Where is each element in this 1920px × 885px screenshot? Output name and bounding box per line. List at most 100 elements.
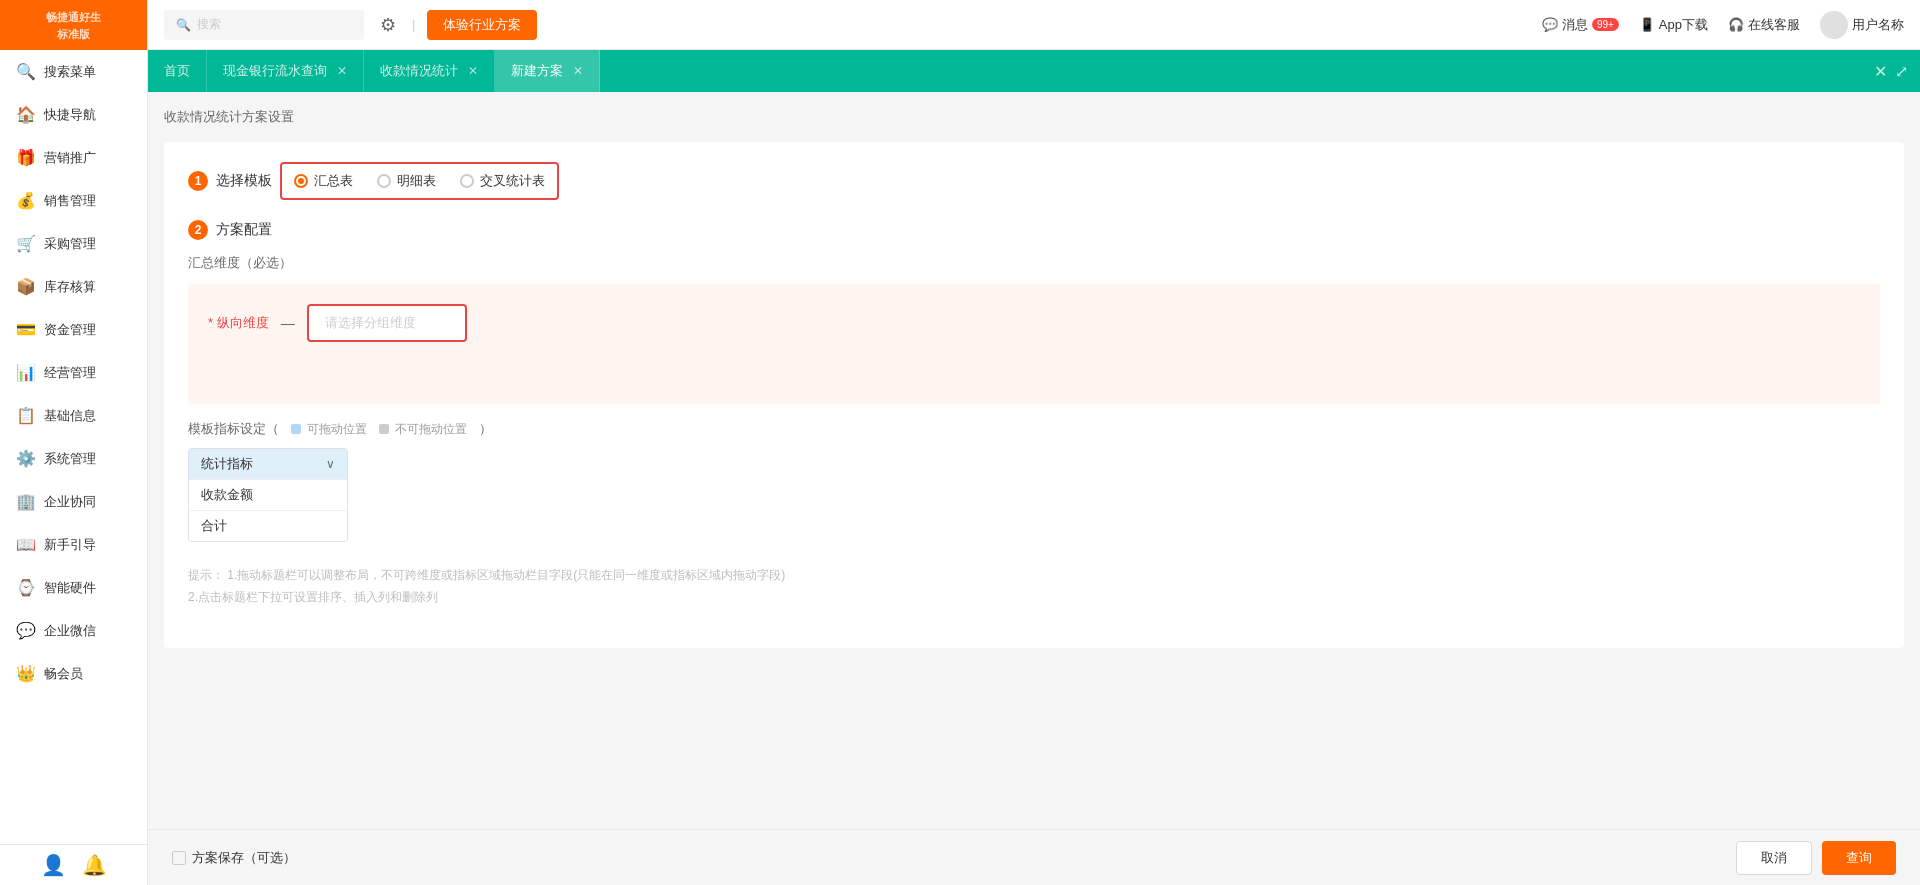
- gift-icon: 🎁: [16, 148, 36, 167]
- sidebar-footer: 👤 🔔: [0, 844, 147, 885]
- sidebar-label-quicknav: 快捷导航: [44, 106, 96, 124]
- draggable-label: 可拖动位置: [307, 421, 367, 438]
- tab-collection-stat[interactable]: 收款情况统计 ✕: [364, 50, 495, 92]
- tab-bank-flow-close[interactable]: ✕: [337, 64, 347, 78]
- section2-header: 2 方案配置: [188, 220, 1880, 240]
- sidebar-label-purchase: 采购管理: [44, 235, 96, 253]
- template-radio-group: 汇总表 明细表 交叉统计表: [280, 162, 559, 200]
- dimension-section-title: 汇总维度（必选）: [188, 254, 1880, 272]
- bottom-actions: 取消 查询: [1736, 841, 1896, 875]
- sidebar-item-marketing[interactable]: 🎁 营销推广: [0, 136, 147, 179]
- sidebar-item-purchase[interactable]: 🛒 采购管理: [0, 222, 147, 265]
- metrics-section: 模板指标设定（ 可拖动位置 不可拖动位置 ）: [188, 420, 1880, 545]
- sidebar-label-enterprise: 企业协同: [44, 493, 96, 511]
- sidebar-label-finance: 资金管理: [44, 321, 96, 339]
- breadcrumb: 收款情况统计方案设置: [164, 108, 1904, 126]
- user-area[interactable]: 用户名称: [1820, 11, 1904, 39]
- sidebar-label-operation: 经营管理: [44, 364, 96, 382]
- main-area: 🔍 搜索 ⚙ | 体验行业方案 💬 消息 99+ 📱 App下载 🎧 在线客服 …: [148, 0, 1920, 885]
- trial-button[interactable]: 体验行业方案: [427, 10, 537, 40]
- bottom-bar: 方案保存（可选） 取消 查询: [148, 829, 1920, 885]
- search-text: 搜索: [197, 16, 221, 33]
- app-download-label: App下载: [1659, 16, 1708, 34]
- tab-home[interactable]: 首页: [148, 50, 207, 92]
- cart-icon: 🛒: [16, 234, 36, 253]
- message-icon: 💬: [1542, 17, 1558, 32]
- sidebar-label-guide: 新手引导: [44, 536, 96, 554]
- cancel-button[interactable]: 取消: [1736, 841, 1812, 875]
- radio-summary[interactable]: 汇总表: [294, 172, 353, 190]
- metrics-header-label: 统计指标: [201, 455, 253, 473]
- user-icon[interactable]: 👤: [41, 853, 66, 877]
- tab-collection-stat-close[interactable]: ✕: [468, 64, 478, 78]
- section2-number: 2: [188, 220, 208, 240]
- sidebar-item-finance[interactable]: 💳 资金管理: [0, 308, 147, 351]
- watch-icon: ⌚: [16, 578, 36, 597]
- hints-area: 提示： 1.拖动标题栏可以调整布局，不可跨维度或指标区域拖动栏目字段(只能在同一…: [188, 565, 1880, 608]
- hint-line1: 提示： 1.拖动标题栏可以调整布局，不可跨维度或指标区域拖动栏目字段(只能在同一…: [188, 565, 1880, 587]
- metrics-section-close: ）: [479, 420, 492, 438]
- radio-detail-label: 明细表: [397, 172, 436, 190]
- sidebar-item-operation[interactable]: 📊 经营管理: [0, 351, 147, 394]
- online-service-label: 在线客服: [1748, 16, 1800, 34]
- metrics-header: 模板指标设定（ 可拖动位置 不可拖动位置 ）: [188, 420, 1880, 438]
- legend-draggable: 可拖动位置: [291, 421, 367, 438]
- sidebar: 畅捷通好生 标准版 🔍 搜索菜单 🏠 快捷导航 🎁 营销推广 💰 销售管理 🛒 …: [0, 0, 148, 885]
- sidebar-label-member: 畅会员: [44, 665, 83, 683]
- tab-new-plan[interactable]: 新建方案 ✕: [495, 50, 600, 92]
- chart-icon: 📊: [16, 363, 36, 382]
- tab-expand-icon[interactable]: ⤢: [1895, 62, 1908, 81]
- radio-cross-label: 交叉统计表: [480, 172, 545, 190]
- section-template: 1 选择模板 汇总表 明细表: [188, 162, 1880, 200]
- fixed-dot: [379, 424, 389, 434]
- sidebar-item-search-menu[interactable]: 🔍 搜索菜单: [0, 50, 147, 93]
- metrics-section-label: 模板指标设定（: [188, 420, 279, 438]
- username-label: 用户名称: [1852, 16, 1904, 34]
- tab-bank-flow[interactable]: 现金银行流水查询 ✕: [207, 50, 364, 92]
- radio-detail[interactable]: 明细表: [377, 172, 436, 190]
- dimension-arrow-icon: —: [281, 315, 295, 331]
- message-badge: 99+: [1592, 18, 1619, 31]
- sidebar-item-wechat[interactable]: 💬 企业微信: [0, 609, 147, 652]
- sidebar-label-inventory: 库存核算: [44, 278, 96, 296]
- settings-icon[interactable]: ⚙: [376, 10, 400, 40]
- message-button[interactable]: 💬 消息 99+: [1542, 16, 1619, 34]
- tab-new-plan-close[interactable]: ✕: [573, 64, 583, 78]
- gear-sidebar-icon: ⚙️: [16, 449, 36, 468]
- sidebar-label-system: 系统管理: [44, 450, 96, 468]
- tab-new-plan-label: 新建方案: [511, 62, 563, 80]
- hint-line2: 2.点击标题栏下拉可设置排序、插入列和删除列: [188, 587, 1880, 609]
- metrics-dropdown-icon[interactable]: ∨: [326, 457, 335, 471]
- sidebar-item-hardware[interactable]: ⌚ 智能硬件: [0, 566, 147, 609]
- save-checkbox[interactable]: [172, 851, 186, 865]
- crown-icon: 👑: [16, 664, 36, 683]
- section1-header: 1 选择模板 汇总表 明细表: [188, 162, 1880, 200]
- legend-fixed: 不可拖动位置: [379, 421, 467, 438]
- header-search-bar[interactable]: 🔍 搜索: [164, 10, 364, 40]
- service-icon: 🎧: [1728, 17, 1744, 32]
- online-service-button[interactable]: 🎧 在线客服: [1728, 16, 1800, 34]
- radio-cross[interactable]: 交叉统计表: [460, 172, 545, 190]
- tab-bank-flow-label: 现金银行流水查询: [223, 62, 327, 80]
- list-icon: 📋: [16, 406, 36, 425]
- query-button[interactable]: 查询: [1822, 841, 1896, 875]
- dimension-row: * 纵向维度 — 请选择分组维度: [208, 304, 1860, 342]
- tab-controls: ✕ ⤢: [1862, 50, 1920, 92]
- sidebar-item-inventory[interactable]: 📦 库存核算: [0, 265, 147, 308]
- sidebar-item-guide[interactable]: 📖 新手引导: [0, 523, 147, 566]
- sidebar-item-quick-nav[interactable]: 🏠 快捷导航: [0, 93, 147, 136]
- bell-icon[interactable]: 🔔: [82, 853, 107, 877]
- tab-home-label: 首页: [164, 62, 190, 80]
- sidebar-label-search: 搜索菜单: [44, 63, 96, 81]
- sidebar-item-member[interactable]: 👑 畅会员: [0, 652, 147, 695]
- sidebar-item-system[interactable]: ⚙️ 系统管理: [0, 437, 147, 480]
- dimension-select[interactable]: 请选择分组维度: [307, 304, 467, 342]
- sidebar-item-sales[interactable]: 💰 销售管理: [0, 179, 147, 222]
- sidebar-item-basic-info[interactable]: 📋 基础信息: [0, 394, 147, 437]
- radio-cross-circle: [460, 174, 474, 188]
- section1-number: 1: [188, 171, 208, 191]
- sidebar-label-basic: 基础信息: [44, 407, 96, 425]
- app-download-button[interactable]: 📱 App下载: [1639, 16, 1708, 34]
- tab-close-all-icon[interactable]: ✕: [1874, 62, 1887, 81]
- sidebar-item-enterprise[interactable]: 🏢 企业协同: [0, 480, 147, 523]
